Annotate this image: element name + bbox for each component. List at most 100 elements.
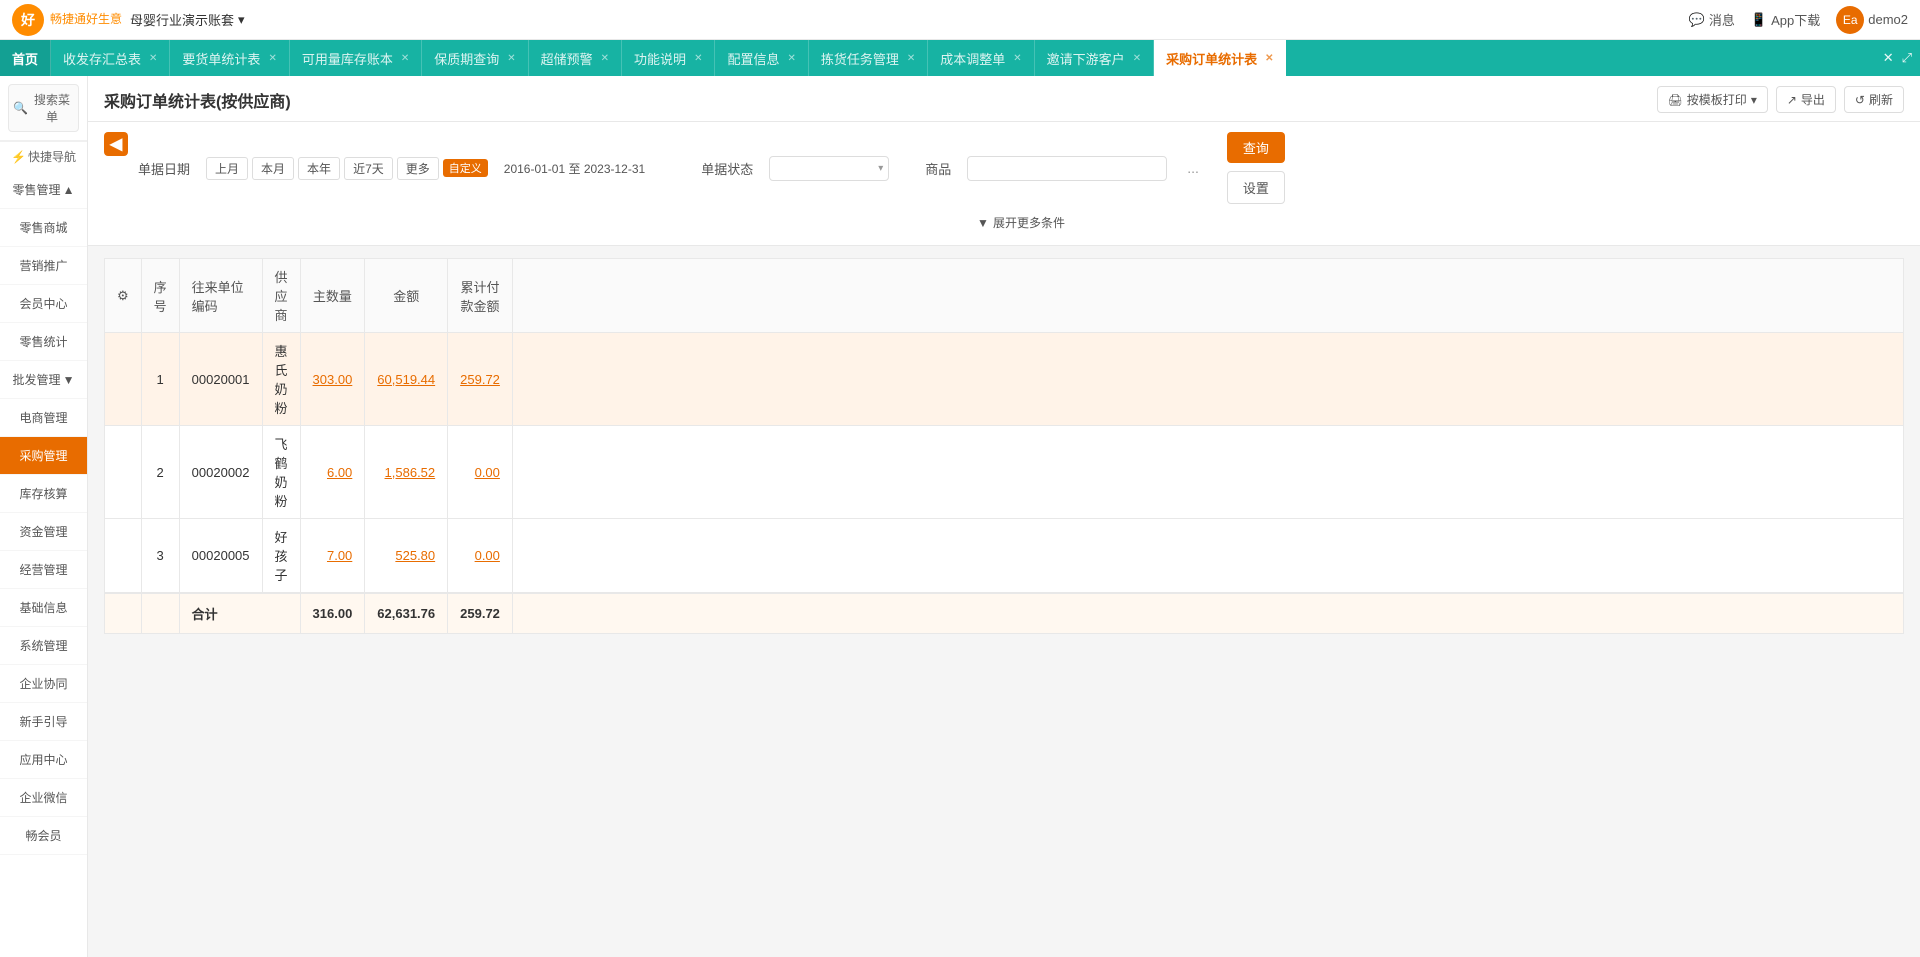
col-settings[interactable]: ⚙ [105,259,142,333]
tab-config-info[interactable]: 配置信息 ✕ [715,40,808,76]
sidebar-item-retail-mgmt[interactable]: 零售管理 ▲ [0,171,87,209]
date-label: 单据日期 [138,159,190,178]
table-row[interactable]: 2 00020002 飞鹤奶粉 6.00 1,586.52 0.00 [105,426,1904,519]
sidebar-item-finance-mgmt[interactable]: 资金管理 [0,513,87,551]
tab-receive-summary-label: 收发存汇总表 [63,49,141,68]
tab-receive-summary-close[interactable]: ✕ [149,53,157,64]
app-download-item[interactable]: 📱 App下载 [1751,10,1820,29]
sidebar-item-retail-shop[interactable]: 零售商城 [0,209,87,247]
tab-purchase-summary[interactable]: 采购订单统计表 ✕ [1154,40,1286,76]
row-3-unit-code: 00020005 [179,519,262,594]
ellipsis-button[interactable]: ... [1183,160,1203,176]
tab-cost-adjust[interactable]: 成本调整单 ✕ [928,40,1034,76]
sidebar-item-operation-mgmt[interactable]: 经营管理 [0,551,87,589]
tab-home[interactable]: 首页 [0,40,51,76]
tab-warranty-query-close[interactable]: ✕ [507,53,515,64]
row-3-amount[interactable]: 525.80 [365,519,448,594]
message-icon: 💬 [1689,12,1705,28]
message-item[interactable]: 💬 消息 [1689,10,1735,29]
date-more[interactable]: 更多 [397,157,439,180]
table-area: ⚙ 序号 往来单位编码 供应商 主数量 金额 累计付款金额 1 000200 [88,246,1920,957]
goods-input[interactable] [967,156,1167,181]
sidebar-item-inventory-check[interactable]: 库存核算 [0,475,87,513]
sidebar-item-system-mgmt[interactable]: 系统管理 [0,627,87,665]
status-select[interactable] [769,156,889,181]
row-1-amount[interactable]: 60,519.44 [365,333,448,426]
settings-button[interactable]: 设置 [1227,171,1285,204]
tab-warranty-query[interactable]: 保质期查询 ✕ [422,40,528,76]
tab-order-summary[interactable]: 要货单统计表 ✕ [170,40,289,76]
sidebar-item-system-mgmt-label: 系统管理 [19,639,67,653]
expand-icon: ▼ [977,216,989,230]
tab-receive-summary[interactable]: 收发存汇总表 ✕ [51,40,170,76]
sidebar-item-new-guide-label: 新手引导 [19,715,67,729]
tab-cost-adjust-close[interactable]: ✕ [1013,53,1021,64]
row-2-empty [512,426,1903,519]
row-2-settings [105,426,142,519]
query-button[interactable]: 查询 [1227,132,1285,163]
row-1-main-qty[interactable]: 303.00 [300,333,365,426]
tab-purchase-summary-label: 采购订单统计表 [1166,49,1257,68]
sidebar-item-app-center-label: 应用中心 [19,753,67,767]
logo-text: 畅捷通好生意 [50,12,122,26]
sidebar-item-retail-stats[interactable]: 零售统计 [0,323,87,361]
export-button[interactable]: ↗ 导出 [1776,86,1836,113]
row-3-main-qty[interactable]: 7.00 [300,519,365,594]
date-last-month[interactable]: 上月 [206,157,248,180]
printer-icon: 🖨 [1668,93,1683,107]
sidebar-item-marketing[interactable]: 营销推广 [0,247,87,285]
tab-function-desc-close[interactable]: ✕ [694,53,702,64]
template-print-button[interactable]: 🖨 按模板打印 ▾ [1657,86,1768,113]
expand-more-filters[interactable]: ▼ 展开更多条件 [138,210,1904,235]
table-row[interactable]: 3 00020005 好孩子 7.00 525.80 0.00 [105,519,1904,594]
search-menu-button[interactable]: 🔍 搜索菜单 [8,84,79,132]
tab-purchase-summary-close[interactable]: ✕ [1265,53,1273,64]
tab-pick-task-close[interactable]: ✕ [907,53,915,64]
row-2-amount[interactable]: 1,586.52 [365,426,448,519]
row-2-unit-code: 00020002 [179,426,262,519]
sidebar-item-wholesale-mgmt[interactable]: 批发管理 ▼ [0,361,87,399]
date-last-7-days[interactable]: 近7天 [344,157,393,180]
tab-cost-adjust-label: 成本调整单 [940,49,1005,68]
tab-function-desc[interactable]: 功能说明 ✕ [622,40,715,76]
sidebar-item-purchase-mgmt[interactable]: 采购管理 [0,437,87,475]
row-3-paid-amount[interactable]: 0.00 [448,519,513,594]
template-dropdown-icon: ▾ [1751,93,1757,107]
tab-order-summary-close[interactable]: ✕ [268,53,276,64]
tab-overstock-warning[interactable]: 超储预警 ✕ [529,40,622,76]
row-1-paid-amount[interactable]: 259.72 [448,333,513,426]
date-this-month[interactable]: 本月 [252,157,294,180]
quick-nav-button[interactable]: ⚡ 快捷导航 [0,141,87,171]
user-item[interactable]: Ea demo2 [1836,6,1908,34]
sidebar-item-enterprise-wechat[interactable]: 企业微信 [0,779,87,817]
tab-invite-downstream[interactable]: 邀请下游客户 ✕ [1035,40,1154,76]
refresh-button[interactable]: ↺ 刷新 [1844,86,1904,113]
tab-pick-task[interactable]: 拣货任务管理 ✕ [809,40,928,76]
sidebar-item-member-label: 畅会员 [25,829,61,843]
tab-overstock-warning-label: 超储预警 [541,49,593,68]
tab-invite-downstream-close[interactable]: ✕ [1133,53,1141,64]
row-2-paid-amount[interactable]: 0.00 [448,426,513,519]
sidebar-item-member-center[interactable]: 会员中心 [0,285,87,323]
col-main-qty: 主数量 [300,259,365,333]
table-row[interactable]: 1 00020001 惠氏奶粉 303.00 60,519.44 259.72 [105,333,1904,426]
quick-nav-label: 快捷导航 [28,148,76,165]
sidebar-item-enterprise-coop[interactable]: 企业协同 [0,665,87,703]
sidebar-item-new-guide[interactable]: 新手引导 [0,703,87,741]
footer-label: 合计 [179,593,300,634]
tab-inventory-ledger-close[interactable]: ✕ [401,53,409,64]
filter-toggle-button[interactable]: ◀ [104,132,128,156]
tab-inventory-ledger[interactable]: 可用量库存账本 ✕ [290,40,422,76]
tab-close-all[interactable]: ✕ ⤢ [1875,50,1920,66]
tab-config-info-label: 配置信息 [727,49,779,68]
tab-config-info-close[interactable]: ✕ [787,53,795,64]
sidebar-item-member[interactable]: 畅会员 [0,817,87,855]
top-bar-right: 💬 消息 📱 App下载 Ea demo2 [1689,6,1908,34]
sidebar-item-app-center[interactable]: 应用中心 [0,741,87,779]
tab-overstock-warning-close[interactable]: ✕ [601,53,609,64]
workspace-selector[interactable]: 母婴行业演示账套 ▾ [130,10,245,29]
date-this-year[interactable]: 本年 [298,157,340,180]
sidebar-item-ecom-mgmt[interactable]: 电商管理 [0,399,87,437]
row-2-main-qty[interactable]: 6.00 [300,426,365,519]
sidebar-item-base-info[interactable]: 基础信息 [0,589,87,627]
